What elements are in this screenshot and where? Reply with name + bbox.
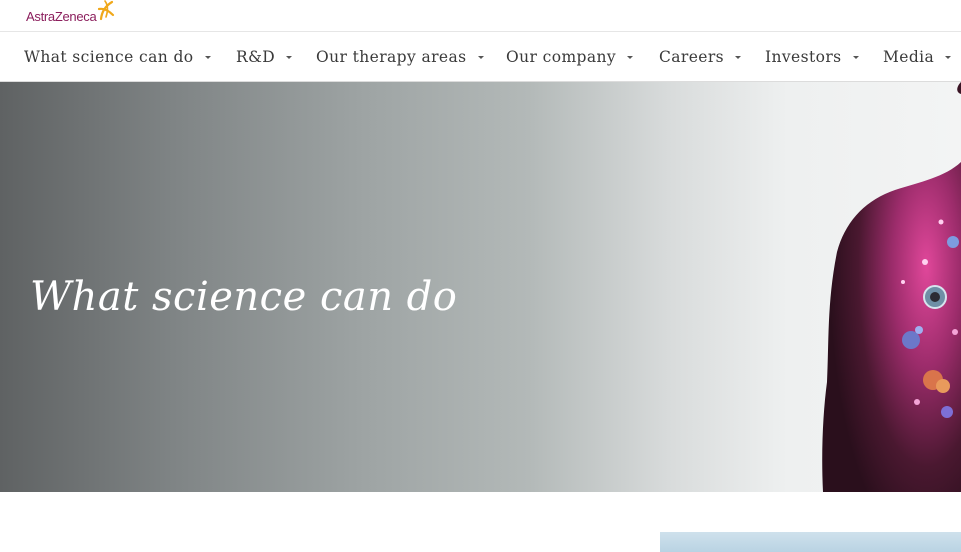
nav-item-careers[interactable]: Careers xyxy=(659,33,742,81)
nav-label: Our therapy areas xyxy=(316,48,467,66)
chevron-down-icon xyxy=(627,55,634,59)
nav-label: R&D xyxy=(236,48,276,66)
top-bar: AstraZeneca xyxy=(0,0,961,32)
nav-label: Careers xyxy=(659,48,725,66)
chevron-down-icon xyxy=(204,55,211,59)
chevron-down-icon xyxy=(735,55,742,59)
nav-label: Our company xyxy=(506,48,617,66)
nav-label: Media xyxy=(883,48,935,66)
chevron-down-icon xyxy=(477,55,484,59)
nav-item-rd[interactable]: R&D xyxy=(236,33,293,81)
hero-human-figure-image xyxy=(822,82,961,492)
nav-label: Investors xyxy=(765,48,842,66)
brand-name: AstraZeneca xyxy=(26,8,97,24)
nav-item-investors[interactable]: Investors xyxy=(765,33,859,81)
chevron-down-icon xyxy=(945,55,952,59)
main-navigation: What science can do R&D Our therapy area… xyxy=(0,33,961,82)
hero-banner: What science can do xyxy=(0,82,961,492)
astrazeneca-swirl-icon xyxy=(97,0,115,21)
nav-item-our-therapy-areas[interactable]: Our therapy areas xyxy=(316,33,484,81)
featured-image-thumbnail[interactable] xyxy=(660,532,961,552)
chevron-down-icon xyxy=(852,55,859,59)
nav-label: What science can do xyxy=(24,48,194,66)
hero-title: What science can do xyxy=(30,274,458,320)
nav-item-what-science-can-do[interactable]: What science can do xyxy=(24,33,211,81)
astrazeneca-logo[interactable]: AstraZeneca xyxy=(26,0,115,28)
nav-item-media[interactable]: Media xyxy=(883,33,952,81)
nav-item-our-company[interactable]: Our company xyxy=(506,33,634,81)
chevron-down-icon xyxy=(286,55,293,59)
